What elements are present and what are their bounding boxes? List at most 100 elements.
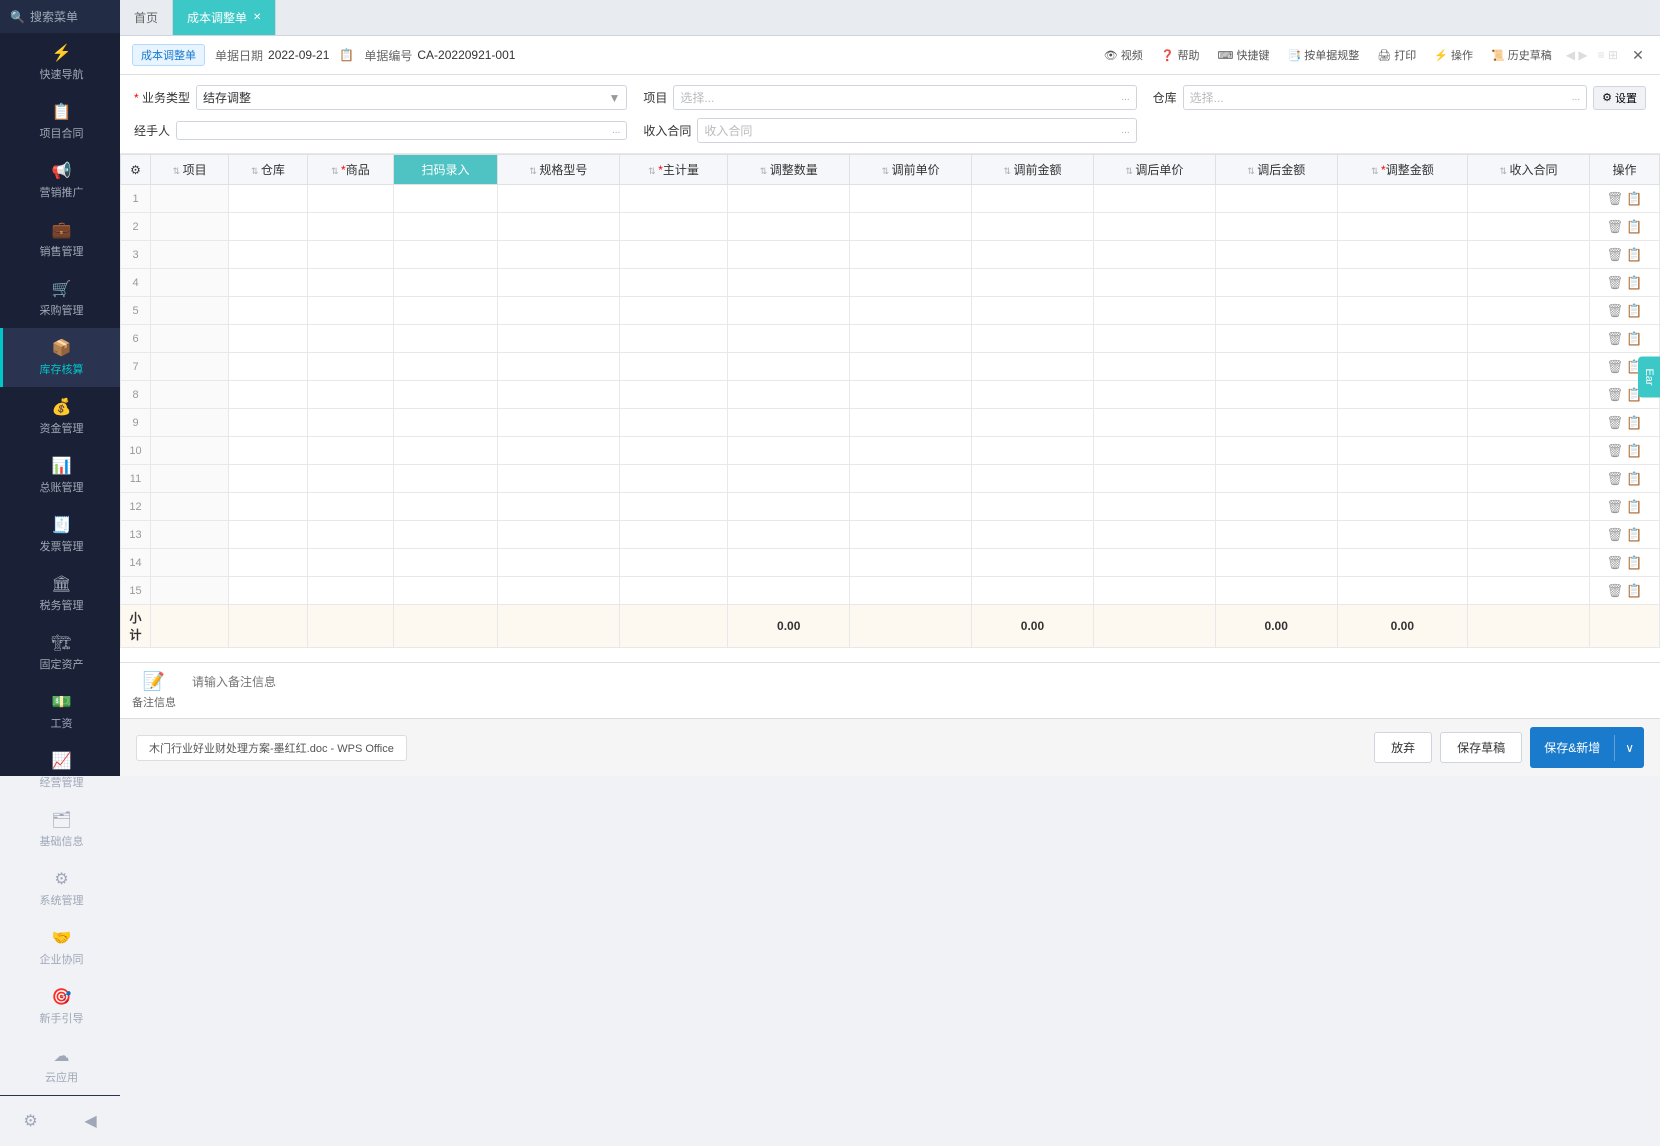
remarks-icon[interactable]: 📝 备注信息 (132, 671, 176, 710)
tab-home[interactable]: 首页 (120, 0, 173, 35)
sidebar-item-enterprise[interactable]: 🤝企业协同 (0, 918, 120, 977)
col-header-spec[interactable]: ⇅ 规格型号 (497, 155, 619, 185)
save-new-button[interactable]: 保存&新增 ∨ (1530, 727, 1644, 768)
sidebar-item-payroll[interactable]: 💵工资 (0, 682, 120, 741)
sidebar-search[interactable]: 🔍 搜索菜单 (0, 0, 120, 33)
delete-icon-r12[interactable]: 🗑 (1606, 499, 1623, 514)
delete-icon-r11[interactable]: 🗑 (1606, 471, 1623, 486)
sidebar-item-cloud[interactable]: ☁云应用 (0, 1036, 120, 1095)
save-new-arrow[interactable]: ∨ (1614, 735, 1644, 761)
delete-icon-r15[interactable]: 🗑 (1606, 583, 1623, 598)
cell-r9-action[interactable]: 🗑 📋 (1590, 409, 1660, 437)
delete-icon-r10[interactable]: 🗑 (1606, 443, 1623, 458)
col-header-action[interactable]: 操作 (1590, 155, 1660, 185)
sort-icon-before_amount[interactable]: ⇅ (1003, 166, 1013, 176)
handler-select[interactable]: ... (176, 121, 627, 140)
delete-icon-r9[interactable]: 🗑 (1606, 415, 1623, 430)
sort-icon-before_price[interactable]: ⇅ (882, 166, 892, 176)
help-btn[interactable]: ❓ 帮助 (1157, 47, 1204, 63)
organize-btn[interactable]: 📑 按单据规整 (1283, 47, 1363, 63)
col-header-warehouse[interactable]: ⇅ 仓库 (229, 155, 307, 185)
delete-icon-r13[interactable]: 🗑 (1606, 527, 1623, 542)
cell-r6-action[interactable]: 🗑 📋 (1590, 325, 1660, 353)
delete-icon-r4[interactable]: 🗑 (1606, 275, 1623, 290)
settings-icon[interactable]: ⚙ (18, 1106, 42, 1136)
print-btn[interactable]: 🖨 打印 (1373, 47, 1420, 63)
copy-icon-r3[interactable]: 📋 (1626, 247, 1642, 262)
sidebar-item-inventory[interactable]: 📦库存核算 (0, 328, 120, 387)
cell-r5-action[interactable]: 🗑 📋 (1590, 297, 1660, 325)
view-btn[interactable]: 👁 视频 (1100, 47, 1147, 63)
sidebar-item-purchase[interactable]: 🛒采购管理 (0, 269, 120, 328)
col-header-after_price[interactable]: ⇅ 调后单价 (1093, 155, 1215, 185)
cell-r2-action[interactable]: 🗑 📋 (1590, 213, 1660, 241)
cell-r4-action[interactable]: 🗑 📋 (1590, 269, 1660, 297)
sidebar-item-sys[interactable]: ⚙系统管理 (0, 859, 120, 918)
close-window-btn[interactable]: ✕ (1628, 45, 1648, 65)
delete-icon-r8[interactable]: 🗑 (1606, 387, 1623, 402)
delete-icon-r7[interactable]: 🗑 (1606, 359, 1623, 374)
cell-r10-action[interactable]: 🗑 📋 (1590, 437, 1660, 465)
remarks-input[interactable] (188, 671, 1648, 693)
history-btn[interactable]: 📜 历史草稿 (1487, 47, 1556, 63)
copy-icon-r12[interactable]: 📋 (1626, 499, 1642, 514)
sort-icon-income_contract[interactable]: ⇅ (1499, 166, 1509, 176)
biz-type-select[interactable]: 结存调整 ▼ (196, 85, 627, 110)
copy-icon-r1[interactable]: 📋 (1626, 191, 1642, 206)
delete-icon-r5[interactable]: 🗑 (1606, 303, 1623, 318)
collapse-icon[interactable]: ◀ (79, 1106, 101, 1136)
project-select[interactable]: 选择... ... (673, 85, 1136, 110)
copy-icon-r4[interactable]: 📋 (1626, 275, 1642, 290)
copy-icon-r14[interactable]: 📋 (1626, 555, 1642, 570)
save-draft-button[interactable]: 保存草稿 (1440, 732, 1522, 763)
col-header-gear[interactable]: ⚙ (121, 155, 151, 185)
side-tab[interactable]: Ear (1638, 356, 1660, 397)
sidebar-item-quick-nav[interactable]: ⚡快速导航 (0, 33, 120, 92)
sidebar-item-sales[interactable]: 💼销售管理 (0, 210, 120, 269)
action-btn[interactable]: ⚡ 操作 (1430, 47, 1477, 63)
copy-icon-r15[interactable]: 📋 (1626, 583, 1642, 598)
sort-icon-project[interactable]: ⇅ (173, 166, 183, 176)
sidebar-item-base-info[interactable]: 🗂基础信息 (0, 800, 120, 859)
gear-icon[interactable]: ⚙ (130, 163, 141, 177)
cell-r1-action[interactable]: 🗑 📋 (1590, 185, 1660, 213)
sidebar-item-tax[interactable]: 🏛税务管理 (0, 564, 120, 623)
copy-icon-r2[interactable]: 📋 (1626, 219, 1642, 234)
sidebar-item-marketing[interactable]: 📢营销推广 (0, 151, 120, 210)
col-header-before_amount[interactable]: ⇅ 调前金额 (972, 155, 1094, 185)
delete-icon-r2[interactable]: 🗑 (1606, 219, 1623, 234)
sort-icon-unit[interactable]: ⇅ (648, 166, 658, 176)
copy-icon-r9[interactable]: 📋 (1626, 415, 1642, 430)
col-header-adj_amount[interactable]: ⇅ *调整金额 (1337, 155, 1467, 185)
sidebar-item-ledger[interactable]: 📊总账管理 (0, 446, 120, 505)
cell-r15-action[interactable]: 🗑 📋 (1590, 577, 1660, 605)
sort-icon-adj_qty[interactable]: ⇅ (760, 166, 770, 176)
sidebar-item-project-contract[interactable]: 📋项目合同 (0, 92, 120, 151)
copy-icon-r6[interactable]: 📋 (1626, 331, 1642, 346)
shortcut-btn[interactable]: ⌨ 快捷键 (1214, 47, 1274, 63)
taskbar-item[interactable]: 木门行业好业财处理方案-墨红红.doc - WPS Office (136, 735, 407, 761)
settings-btn[interactable]: ⚙ 设置 (1593, 86, 1646, 110)
cell-r3-action[interactable]: 🗑 📋 (1590, 241, 1660, 269)
sidebar-item-invoice[interactable]: 🧾发票管理 (0, 505, 120, 564)
sidebar-item-fixed-assets[interactable]: 🏗固定资产 (0, 623, 120, 682)
sort-icon-adj_amount[interactable]: ⇅ (1371, 166, 1381, 176)
warehouse-select[interactable]: 选择... ... (1183, 85, 1587, 110)
col-header-product[interactable]: ⇅ *商品 (307, 155, 394, 185)
sidebar-item-guide[interactable]: 🎯新手引导 (0, 977, 120, 1036)
col-header-unit[interactable]: ⇅ *主计量 (619, 155, 728, 185)
col-header-project[interactable]: ⇅ 项目 (151, 155, 229, 185)
income-contract-select[interactable]: 收入合同 ... (697, 118, 1136, 143)
copy-icon-r10[interactable]: 📋 (1626, 443, 1642, 458)
col-header-income_contract[interactable]: ⇅ 收入合同 (1468, 155, 1590, 185)
copy-icon-r13[interactable]: 📋 (1626, 527, 1642, 542)
abandon-button[interactable]: 放弃 (1374, 732, 1432, 763)
col-header-scan[interactable]: 扫码录入 (394, 155, 498, 185)
sort-icon-product[interactable]: ⇅ (331, 166, 341, 176)
delete-icon-r14[interactable]: 🗑 (1606, 555, 1623, 570)
save-new-label[interactable]: 保存&新增 (1530, 733, 1614, 762)
cell-r12-action[interactable]: 🗑 📋 (1590, 493, 1660, 521)
cell-r14-action[interactable]: 🗑 📋 (1590, 549, 1660, 577)
tab-close-cost-adjust[interactable]: ✕ (253, 12, 261, 23)
copy-icon-r11[interactable]: 📋 (1626, 471, 1642, 486)
